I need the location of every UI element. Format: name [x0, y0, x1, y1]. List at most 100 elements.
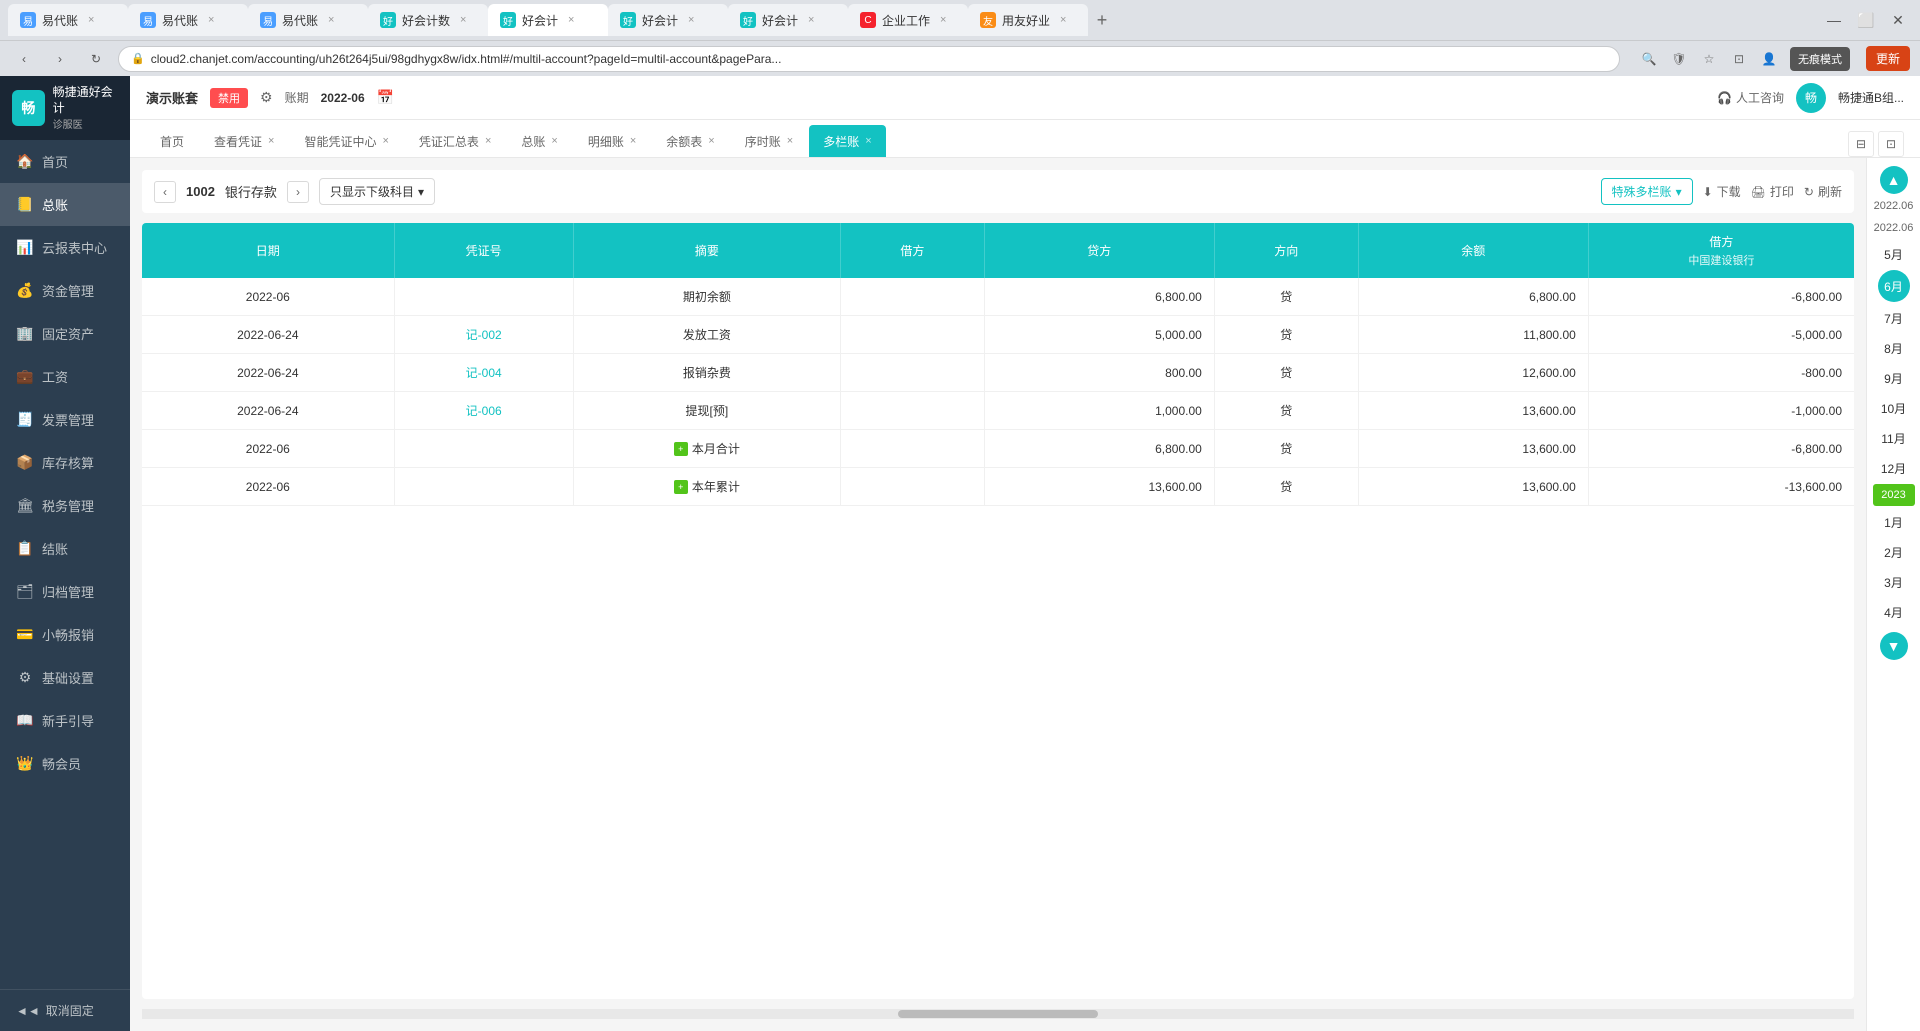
tab-close-2[interactable]: ×	[208, 14, 214, 26]
tab-detail-ledger-close[interactable]: ×	[630, 135, 636, 147]
profile-icon[interactable]: 👤	[1756, 46, 1782, 72]
date-month-jan[interactable]: 1月	[1873, 508, 1915, 536]
tab-smart-voucher[interactable]: 智能凭证中心 ×	[290, 125, 402, 157]
tab-close-7[interactable]: ×	[808, 14, 814, 26]
sidebar-item-guide[interactable]: 📖 新手引导	[0, 699, 130, 742]
close-browser-button[interactable]: ✕	[1884, 6, 1912, 34]
date-scroll-down-button[interactable]: ▼	[1880, 632, 1908, 660]
sidebar-item-funds[interactable]: 💰 资金管理	[0, 269, 130, 312]
tab-voucher-summary[interactable]: 凭证汇总表 ×	[405, 125, 505, 157]
tab-yidaizhang-3[interactable]: 易 易代账 ×	[248, 4, 368, 36]
tab-view-voucher-close[interactable]: ×	[268, 135, 274, 147]
date-month-august[interactable]: 8月	[1873, 334, 1915, 362]
expand-panel-button[interactable]: ⊡	[1878, 131, 1904, 157]
horizontal-scrollbar[interactable]	[142, 1009, 1854, 1019]
browser-panel-icon[interactable]: ⊡	[1726, 46, 1752, 72]
user-avatar[interactable]: 畅	[1796, 83, 1826, 113]
tab-view-voucher[interactable]: 查看凭证 ×	[200, 125, 288, 157]
tab-balance-close[interactable]: ×	[708, 135, 714, 147]
sidebar-item-salary[interactable]: 💼 工资	[0, 355, 130, 398]
special-multi-column-button[interactable]: 特殊多栏账 ▾	[1601, 178, 1693, 205]
scroll-thumb[interactable]	[898, 1010, 1098, 1018]
forward-button[interactable]: ›	[46, 45, 74, 73]
sidebar-item-home[interactable]: 🏠 首页	[0, 140, 130, 183]
tab-smart-voucher-close[interactable]: ×	[382, 135, 388, 147]
calendar-icon[interactable]: 📅	[377, 89, 394, 106]
date-year-2023-badge[interactable]: 2023	[1873, 484, 1915, 506]
sidebar-item-reports[interactable]: 📊 云报表中心	[0, 226, 130, 269]
star-icon[interactable]: ☆	[1696, 46, 1722, 72]
minimize-button[interactable]: —	[1820, 6, 1848, 34]
tab-multi-column-close[interactable]: ×	[865, 135, 871, 147]
tab-close-1[interactable]: ×	[88, 14, 94, 26]
tab-close-3[interactable]: ×	[328, 14, 334, 26]
date-month-mar[interactable]: 3月	[1873, 568, 1915, 596]
tab-close-5[interactable]: ×	[568, 14, 574, 26]
tab-yonyou[interactable]: 友 用友好业 ×	[968, 4, 1088, 36]
tab-close-9[interactable]: ×	[1060, 14, 1066, 26]
sidebar-item-close[interactable]: 📋 结账	[0, 527, 130, 570]
sidebar-item-member[interactable]: 👑 畅会员	[0, 742, 130, 785]
tab-multi-column[interactable]: 多栏账 ×	[809, 125, 885, 157]
tab-sequence-close[interactable]: ×	[787, 135, 793, 147]
tab-home[interactable]: 首页	[146, 125, 198, 157]
shield-icon[interactable]: 🛡	[1666, 46, 1692, 72]
sidebar-item-fixed[interactable]: 🏢 固定资产	[0, 312, 130, 355]
tab-close-6[interactable]: ×	[688, 14, 694, 26]
voucher-link-004[interactable]: 记-004	[466, 366, 502, 380]
next-account-button[interactable]: ›	[287, 181, 309, 203]
tab-sequence[interactable]: 序时账 ×	[731, 125, 807, 157]
maximize-button[interactable]: ⬜	[1852, 6, 1880, 34]
download-button[interactable]: ⬇ 下载	[1703, 183, 1741, 200]
tab-balance[interactable]: 余额表 ×	[652, 125, 728, 157]
address-input[interactable]: 🔒 cloud2.chanjet.com/accounting/uh26t264…	[118, 46, 1620, 72]
date-month-june[interactable]: 6月	[1878, 270, 1910, 302]
date-month-apr[interactable]: 4月	[1873, 598, 1915, 626]
sidebar-item-invoice[interactable]: 🧾 发票管理	[0, 398, 130, 441]
sidebar-item-tax[interactable]: 🏛 税务管理	[0, 484, 130, 527]
incognito-button[interactable]: 无痕模式	[1790, 47, 1850, 71]
sidebar-pin-button[interactable]: ◄◄ 取消固定	[0, 989, 130, 1031]
sidebar-item-ledger[interactable]: 📒 总账	[0, 183, 130, 226]
reload-button[interactable]: ↻	[82, 45, 110, 73]
back-button[interactable]: ‹	[10, 45, 38, 73]
update-button[interactable]: 更新	[1866, 46, 1910, 71]
filter-button[interactable]: 只显示下级科目 ▾	[319, 178, 435, 205]
date-scroll-up-button[interactable]: ▲	[1880, 166, 1908, 194]
minimize-panel-button[interactable]: ⊟	[1848, 131, 1874, 157]
prev-account-button[interactable]: ‹	[154, 181, 176, 203]
date-month-december[interactable]: 12月	[1873, 454, 1915, 482]
sidebar-item-settings[interactable]: ⚙ 基础设置	[0, 656, 130, 699]
voucher-link-006[interactable]: 记-006	[466, 404, 502, 418]
date-month-may[interactable]: 5月	[1873, 240, 1915, 268]
date-month-november[interactable]: 11月	[1873, 424, 1915, 452]
tab-haokuaiji-7[interactable]: 好 好会计 ×	[728, 4, 848, 36]
voucher-link-002[interactable]: 记-002	[466, 328, 502, 342]
tab-detail-ledger[interactable]: 明细账 ×	[574, 125, 650, 157]
customer-service-button[interactable]: 🎧 人工咨询	[1717, 89, 1784, 106]
tab-yidaizhang-2[interactable]: 易 易代账 ×	[128, 4, 248, 36]
new-tab-button[interactable]: +	[1088, 6, 1116, 34]
search-icon[interactable]: 🔍	[1636, 46, 1662, 72]
date-month-feb[interactable]: 2月	[1873, 538, 1915, 566]
sidebar-item-archive[interactable]: 🗂 归档管理	[0, 570, 130, 613]
tab-general-ledger-close[interactable]: ×	[551, 135, 557, 147]
tab-close-4[interactable]: ×	[460, 14, 466, 26]
sidebar-item-expense[interactable]: 💳 小畅报销	[0, 613, 130, 656]
date-month-september[interactable]: 9月	[1873, 364, 1915, 392]
print-button[interactable]: 🖨 打印	[1751, 183, 1794, 200]
date-month-october[interactable]: 10月	[1873, 394, 1915, 422]
cell-balance: 6,800.00	[1358, 278, 1588, 316]
refresh-button[interactable]: ↻ 刷新	[1804, 183, 1842, 200]
tab-general-ledger[interactable]: 总账 ×	[507, 125, 571, 157]
tab-haokuaiji-active[interactable]: 好 好会计 ×	[488, 4, 608, 36]
date-month-july[interactable]: 7月	[1873, 304, 1915, 332]
sidebar-item-inventory[interactable]: 📦 库存核算	[0, 441, 130, 484]
tab-enterprise[interactable]: C 企业工作 ×	[848, 4, 968, 36]
tab-haokuaijishu[interactable]: 好 好会计数 ×	[368, 4, 488, 36]
tab-voucher-summary-close[interactable]: ×	[485, 135, 491, 147]
tab-yidaizhang-1[interactable]: 易 易代账 ×	[8, 4, 128, 36]
tab-haokuaiji-6[interactable]: 好 好会计 ×	[608, 4, 728, 36]
tab-close-8[interactable]: ×	[940, 14, 946, 26]
account-settings-icon[interactable]: ⚙	[260, 89, 273, 106]
